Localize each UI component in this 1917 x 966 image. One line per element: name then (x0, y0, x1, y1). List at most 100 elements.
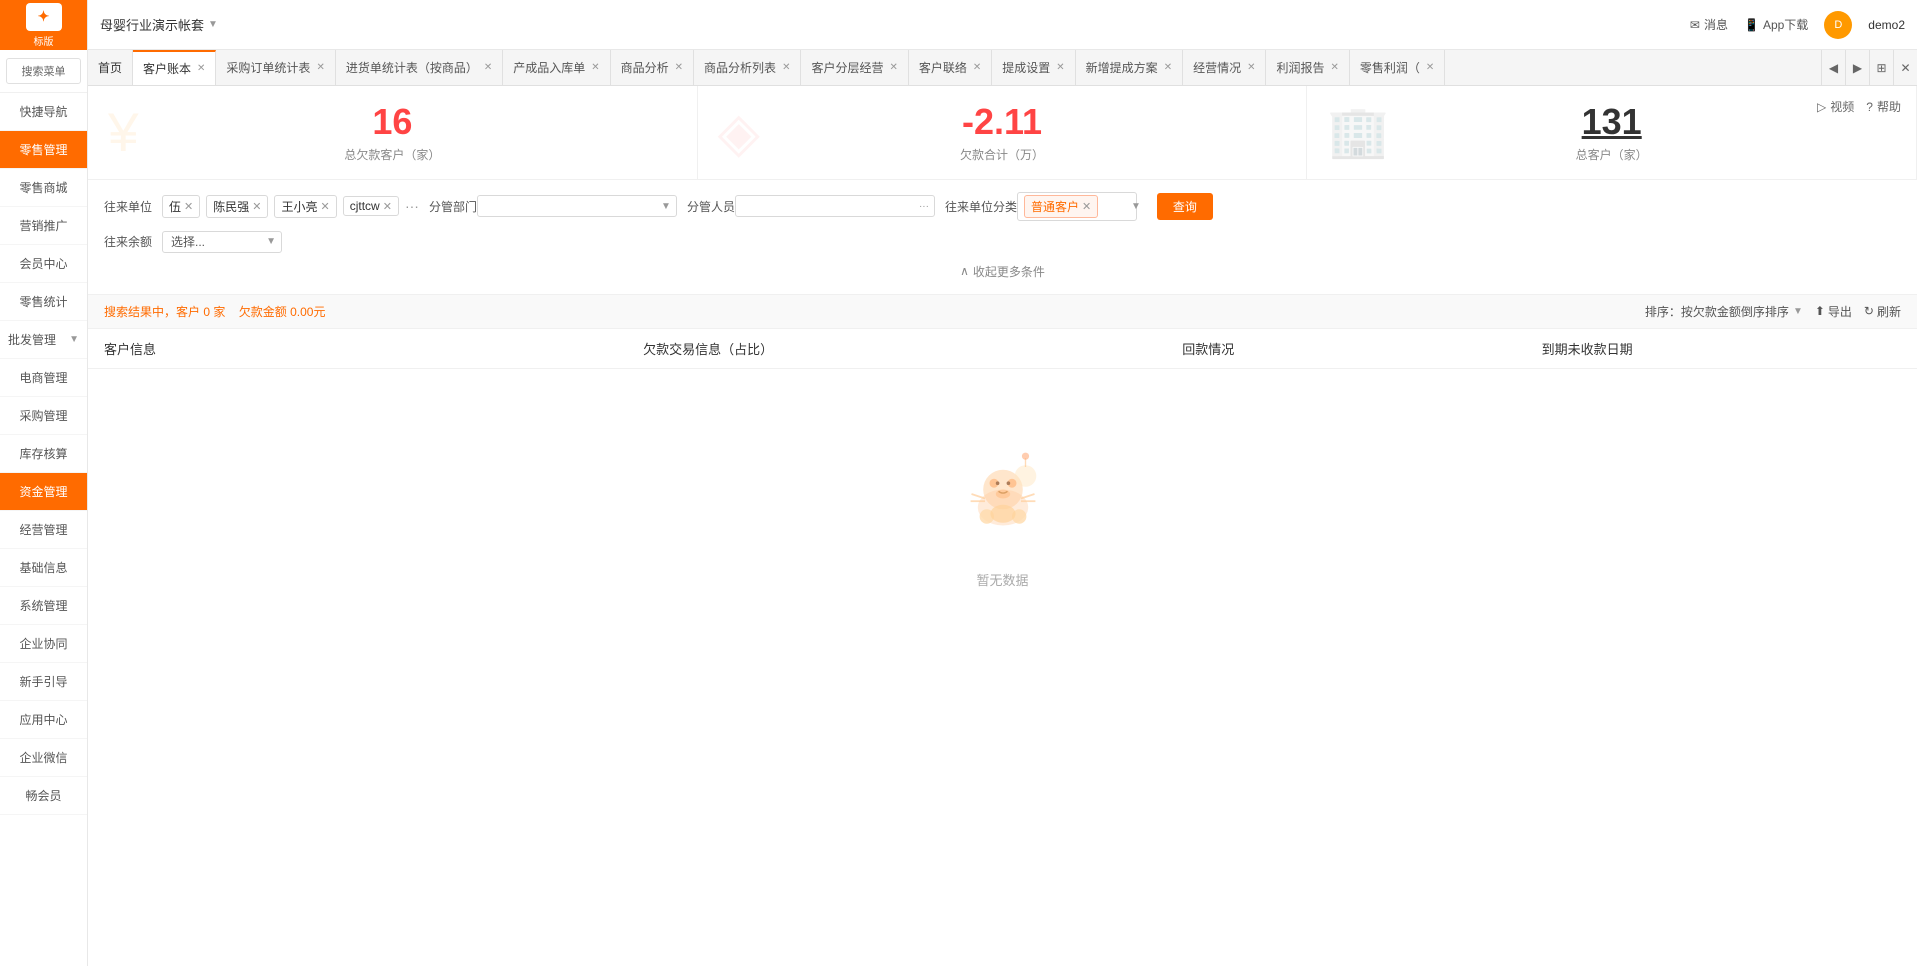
close-icon[interactable]: ✕ (973, 62, 981, 73)
tag-wu-close[interactable]: ✕ (184, 200, 193, 213)
username-label[interactable]: demo2 (1868, 18, 1905, 32)
close-icon[interactable]: ✕ (1164, 62, 1172, 73)
new-prompt-label: 新增提成方案 (1086, 59, 1158, 76)
sidebar-item-wechat[interactable]: 企业微信 (0, 739, 87, 777)
tab-biz-status[interactable]: 经营情况 ✕ (1183, 50, 1266, 86)
export-label: 导出 (1828, 303, 1852, 320)
logo-text: 标版 (34, 33, 54, 48)
tab-prev-button[interactable]: ◀ (1821, 50, 1845, 86)
sidebar-logo[interactable]: ✦ 标版 (0, 0, 87, 50)
profit-report-label: 利润报告 (1276, 59, 1324, 76)
sidebar-item-app-center[interactable]: 应用中心 (0, 701, 87, 739)
tab-customer-ledger[interactable]: 客户账本 ✕ (133, 50, 216, 86)
tag-cjttcw-label: cjttcw (350, 199, 380, 213)
search-menu-button[interactable]: 搜索菜单 (6, 58, 81, 84)
export-button[interactable]: ⬆ 导出 (1815, 303, 1852, 320)
debt-value: 0.00元 (290, 305, 325, 319)
tab-customer-contact[interactable]: 客户联络 ✕ (909, 50, 992, 86)
close-icon[interactable]: ✕ (782, 62, 790, 73)
tab-cost-inbound[interactable]: 产成品入库单 ✕ (503, 50, 610, 86)
sidebar-item-ecommerce[interactable]: 电商管理 (0, 359, 87, 397)
tab-inbound-stats[interactable]: 进货单统计表（按商品） ✕ (336, 50, 503, 86)
close-icon[interactable]: ✕ (591, 62, 599, 73)
sidebar-item-marketing[interactable]: 营销推广 (0, 207, 87, 245)
query-button[interactable]: 查询 (1157, 193, 1213, 220)
total-customers-value: 16 (372, 102, 412, 142)
close-icon[interactable]: ✕ (316, 62, 324, 73)
sidebar-item-wholesale[interactable]: 批发管理 ▼ (0, 321, 87, 359)
filter-tag-cjttcw: cjttcw ✕ (343, 196, 399, 216)
sidebar-item-retail-mall[interactable]: 零售商城 (0, 169, 87, 207)
filter-tag-wang: 王小亮 ✕ (274, 195, 336, 218)
tab-next-button[interactable]: ▶ (1845, 50, 1869, 86)
sidebar-item-wholesale-label: 批发管理 (8, 331, 56, 348)
chevron-down-icon: ▼ (69, 334, 79, 345)
filter-tag-chen: 陈民强 ✕ (206, 195, 268, 218)
sidebar-item-system[interactable]: 系统管理 (0, 587, 87, 625)
tab-customer-tier[interactable]: 客户分层经营 ✕ (801, 50, 908, 86)
sidebar-item-member[interactable]: 畅会员 (0, 777, 87, 815)
export-icon: ⬆ (1815, 304, 1825, 318)
refresh-icon: ↻ (1864, 304, 1874, 318)
sidebar-item-enterprise[interactable]: 企业协同 (0, 625, 87, 663)
tag-chen-close[interactable]: ✕ (252, 200, 261, 213)
tab-expand-button[interactable]: ⊞ (1869, 50, 1893, 86)
tab-profit-report[interactable]: 利润报告 ✕ (1266, 50, 1349, 86)
sidebar-item-guide[interactable]: 新手引导 (0, 663, 87, 701)
sidebar-item-quick-nav[interactable]: 快捷导航 (0, 93, 87, 131)
tab-new-prompt[interactable]: 新增提成方案 ✕ (1076, 50, 1183, 86)
empty-illustration (958, 449, 1048, 558)
sort-label: 排序：按欠款金额倒序排序 (1645, 303, 1789, 320)
topbar: 母婴行业演示帐套 ▼ ✉ 消息 📱 App下载 D demo2 (88, 0, 1917, 50)
message-button[interactable]: ✉ 消息 (1690, 16, 1728, 33)
category-tag-close[interactable]: ✕ (1082, 200, 1091, 213)
department-input[interactable] (477, 195, 677, 217)
user-avatar[interactable]: D (1824, 11, 1852, 39)
person-input[interactable] (735, 195, 935, 217)
close-icon[interactable]: ✕ (1331, 62, 1339, 73)
sort-selector[interactable]: 排序：按欠款金额倒序排序 ▼ (1645, 303, 1803, 320)
sidebar-item-capital[interactable]: 资金管理 (0, 473, 87, 511)
category-filter-wrap: 往来单位分类 普通客户 ✕ ▼ (945, 192, 1147, 221)
close-icon[interactable]: ✕ (675, 62, 683, 73)
building-bg-icon: 🏢 (1327, 103, 1389, 162)
sidebar-item-retail[interactable]: 零售管理 (0, 131, 87, 169)
close-icon[interactable]: ✕ (1247, 62, 1255, 73)
tab-close-all-button[interactable]: ✕ (1893, 50, 1917, 86)
balance-select[interactable]: 选择... (162, 231, 282, 253)
more-tags-button[interactable]: ··· (405, 198, 419, 214)
result-count: 0 (203, 305, 210, 319)
money-bg-icon: ¥ (108, 100, 139, 164)
tag-wang-close[interactable]: ✕ (321, 200, 330, 213)
tab-goods-analysis-list[interactable]: 商品分析列表 ✕ (694, 50, 801, 86)
sidebar-item-purchase[interactable]: 采购管理 (0, 397, 87, 435)
app-download-button[interactable]: 📱 App下载 (1744, 16, 1808, 33)
sidebar-item-basic[interactable]: 基础信息 (0, 549, 87, 587)
tab-home[interactable]: 首页 (88, 50, 133, 86)
sidebar-item-inventory[interactable]: 库存核算 (0, 435, 87, 473)
close-icon[interactable]: ✕ (1056, 62, 1064, 73)
close-icon[interactable]: ✕ (197, 63, 205, 74)
tag-cjttcw-close[interactable]: ✕ (383, 200, 392, 213)
tab-purchase-order[interactable]: 采购订单统计表 ✕ (216, 50, 335, 86)
person-filter-wrap: 分管人员 ··· (687, 195, 935, 217)
result-bar: 搜索结果中，客户 0 家 欠款金额 0.00元 排序：按欠款金额倒序排序 ▼ ⬆… (88, 295, 1917, 329)
account-selector[interactable]: 母婴行业演示帐套 ▼ (100, 15, 218, 34)
cost-inbound-label: 产成品入库单 (513, 59, 585, 76)
refresh-button[interactable]: ↻ 刷新 (1864, 303, 1901, 320)
stat-total-customers: ¥ 16 总欠款客户（家） (88, 86, 698, 179)
tab-goods-analysis[interactable]: 商品分析 ✕ (611, 50, 694, 86)
video-button[interactable]: ▷ 视频 (1817, 98, 1854, 115)
sidebar-item-member-center[interactable]: 会员中心 (0, 245, 87, 283)
collapse-filter-button[interactable]: ∧ 收起更多条件 (960, 263, 1045, 288)
close-icon[interactable]: ✕ (1426, 62, 1434, 73)
sidebar-item-retail-stats[interactable]: 零售统计 (0, 283, 87, 321)
close-icon[interactable]: ✕ (889, 62, 897, 73)
close-icon[interactable]: ✕ (484, 62, 492, 73)
result-actions: 排序：按欠款金额倒序排序 ▼ ⬆ 导出 ↻ 刷新 (1645, 303, 1901, 320)
tab-retail-profit[interactable]: 零售利润（ ✕ (1350, 50, 1445, 86)
total-customers-label: 总欠款客户（家） (344, 146, 440, 163)
tab-prompt-settings[interactable]: 提成设置 ✕ (992, 50, 1075, 86)
help-button[interactable]: ? 帮助 (1866, 98, 1901, 115)
sidebar-item-operations[interactable]: 经营管理 (0, 511, 87, 549)
